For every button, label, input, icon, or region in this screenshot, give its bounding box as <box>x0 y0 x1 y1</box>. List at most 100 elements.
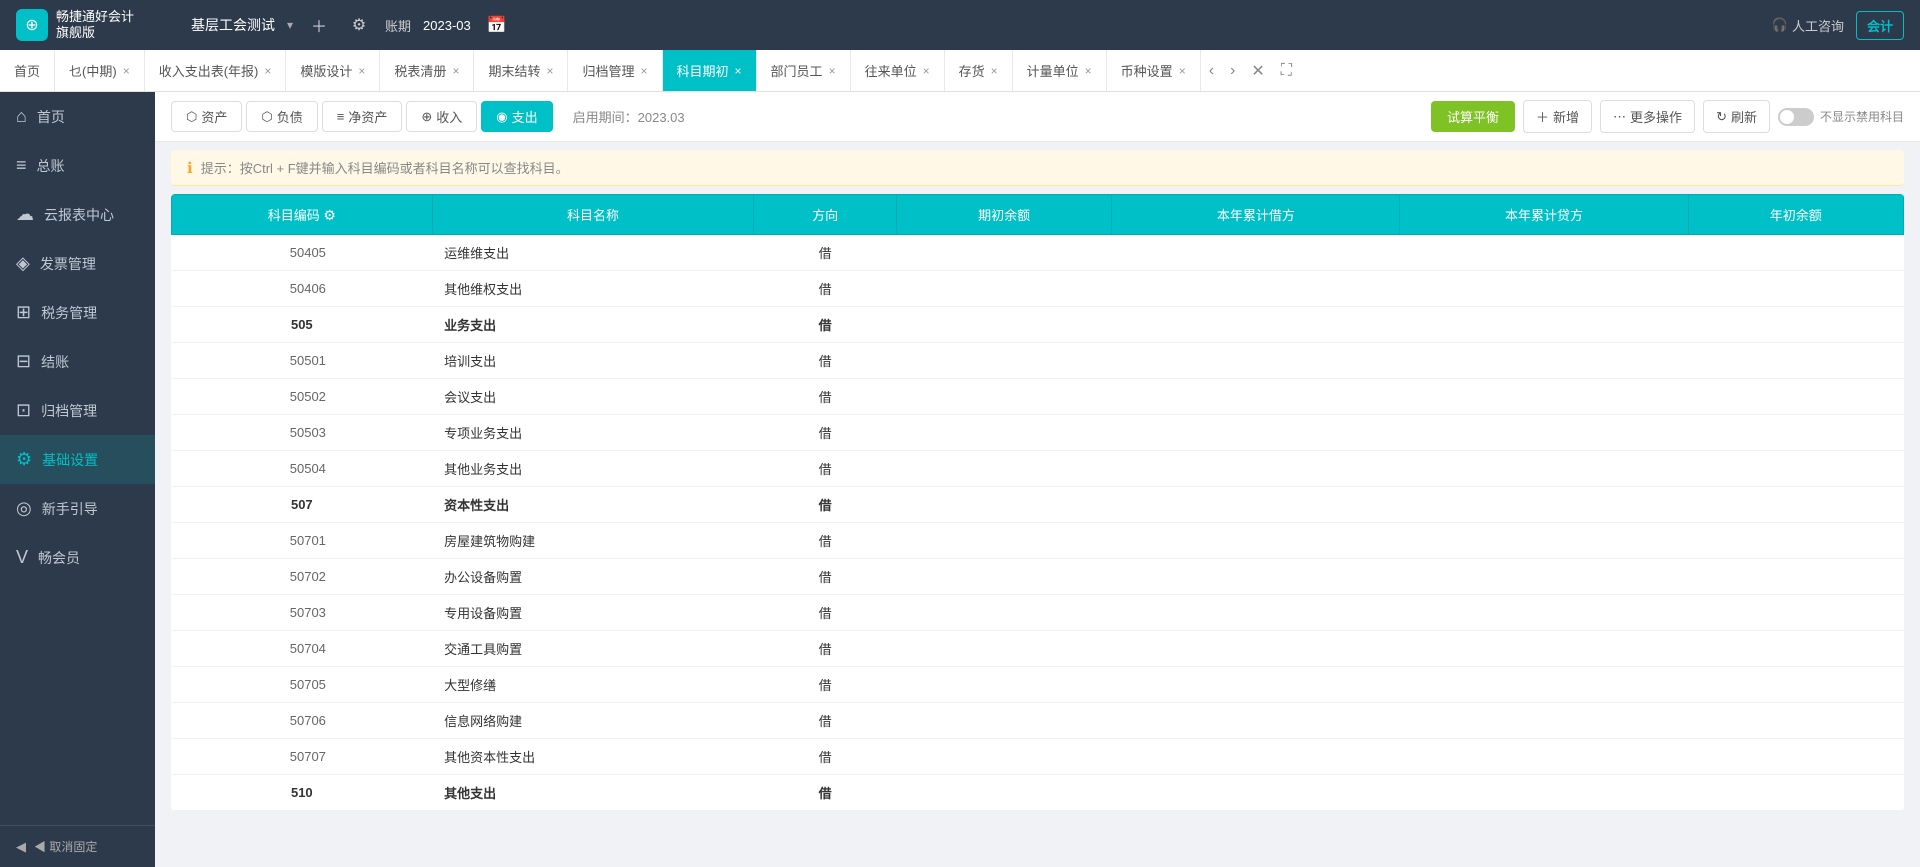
table-row[interactable]: 50503专项业务支出借 <box>172 415 1904 451</box>
tab-mid[interactable]: 乜(中期) × <box>55 50 145 92</box>
tab-dept[interactable]: 部门员工 × <box>757 50 851 92</box>
sidebar-item-member[interactable]: V 畅会员 <box>0 533 155 582</box>
tab-measure-close[interactable]: × <box>1085 64 1092 78</box>
table-row[interactable]: 50702办公设备购置借 <box>172 559 1904 595</box>
tab-archive-close[interactable]: × <box>641 64 648 78</box>
tab-period-end[interactable]: 期末结转 × <box>474 50 568 92</box>
account-type-button[interactable]: 会计 <box>1856 11 1904 40</box>
tab-income-close[interactable]: × <box>264 64 271 78</box>
col-settings-icon[interactable]: ⚙ <box>323 207 336 223</box>
cell-ytd-credit <box>1400 631 1688 667</box>
tab-subject-init-close[interactable]: × <box>735 64 742 78</box>
add-button[interactable]: ＋ 新增 <box>1523 100 1592 133</box>
sidebar-label-ledger: 总账 <box>37 156 65 176</box>
cell-code: 50704 <box>172 631 433 667</box>
tab-currency-label: 币种设置 <box>1121 61 1173 80</box>
table-row[interactable]: 50707其他资本性支出借 <box>172 739 1904 775</box>
table-row[interactable]: 50501培训支出借 <box>172 343 1904 379</box>
tab-contacts-close[interactable]: × <box>923 64 930 78</box>
toggle-disabled-switch[interactable]: 不显示禁用科目 <box>1778 108 1904 126</box>
sidebar-label-close: 结账 <box>41 352 69 372</box>
calendar-icon[interactable]: 📅 <box>483 11 511 39</box>
table-row[interactable]: 50701房屋建筑物购建借 <box>172 523 1904 559</box>
table-row[interactable]: 510其他支出借 <box>172 775 1904 811</box>
table-row[interactable]: 50704交通工具购置借 <box>172 631 1904 667</box>
tab-archive[interactable]: 归档管理 × <box>568 50 662 92</box>
tab-mid-close[interactable]: × <box>123 64 130 78</box>
balance-button[interactable]: 试算平衡 <box>1431 101 1515 132</box>
tab-measure[interactable]: 计量单位 × <box>1013 50 1107 92</box>
sidebar-item-archive[interactable]: ⊡ 归档管理 <box>0 386 155 435</box>
tab-income[interactable]: 收入支出表(年报) × <box>145 50 287 92</box>
tab-dept-close[interactable]: × <box>829 64 836 78</box>
tab-currency-close[interactable]: × <box>1179 64 1186 78</box>
tab-prev-button[interactable]: ‹ <box>1201 50 1222 92</box>
tab-bar: 首页 乜(中期) × 收入支出表(年报) × 模版设计 × 税表清册 × 期末结… <box>0 50 1920 92</box>
tab-expand-button[interactable]: ⛶ <box>1273 50 1300 92</box>
sidebar-item-tax[interactable]: ⊞ 税务管理 <box>0 288 155 337</box>
table-row[interactable]: 50502会议支出借 <box>172 379 1904 415</box>
sidebar-item-home[interactable]: ⌂ 首页 <box>0 92 155 141</box>
tab-next-button[interactable]: › <box>1222 50 1243 92</box>
cell-year-begin <box>1688 559 1903 595</box>
settings-icon[interactable]: ⚙ <box>345 11 373 39</box>
tab-inventory-close[interactable]: × <box>991 64 998 78</box>
table-wrapper[interactable]: 科目编码 ⚙ 科目名称 方向 期初余额 本年累计借方 本年累计贷方 年初余额 5… <box>155 194 1920 867</box>
tab-dept-label: 部门员工 <box>771 61 823 80</box>
sidebar-label-invoice: 发票管理 <box>40 254 96 274</box>
table-row[interactable]: 50703专用设备购置借 <box>172 595 1904 631</box>
tab-close-all-button[interactable]: ✕ <box>1243 50 1272 92</box>
filter-tab-assets[interactable]: ⬡ 资产 <box>171 101 242 132</box>
sidebar-label-home: 首页 <box>37 107 65 127</box>
not-shown-label: 不显示禁用科目 <box>1820 108 1904 125</box>
sidebar-item-ledger[interactable]: ≡ 总账 <box>0 141 155 190</box>
tab-home[interactable]: 首页 <box>0 50 55 92</box>
sidebar-item-cloud-reports[interactable]: ☁ 云报表中心 <box>0 190 155 239</box>
filter-tab-net-assets[interactable]: ≡ 净资产 <box>322 101 403 132</box>
tab-template[interactable]: 模版设计 × <box>286 50 380 92</box>
settings-icon: ⚙ <box>16 449 32 470</box>
tab-template-close[interactable]: × <box>358 64 365 78</box>
app-sub: 旗舰版 <box>56 25 134 41</box>
tab-currency[interactable]: 币种设置 × <box>1107 50 1201 92</box>
table-header-row: 科目编码 ⚙ 科目名称 方向 期初余额 本年累计借方 本年累计贷方 年初余额 <box>172 195 1904 235</box>
table-row[interactable]: 50706信息网络购建借 <box>172 703 1904 739</box>
company-dropdown-icon[interactable]: ▾ <box>287 18 293 32</box>
more-actions-button[interactable]: ⋯ 更多操作 <box>1600 100 1695 133</box>
filter-tab-income[interactable]: ⊕ 收入 <box>406 101 477 132</box>
sidebar-item-beginner[interactable]: ◎ 新手引导 <box>0 484 155 533</box>
company-name[interactable]: 基层工会测试 <box>191 15 275 35</box>
filter-tab-liabilities[interactable]: ⬡ 负债 <box>246 101 317 132</box>
tab-tax[interactable]: 税表清册 × <box>380 50 474 92</box>
cell-period-balance <box>896 271 1111 307</box>
net-assets-icon: ≡ <box>337 109 345 124</box>
tab-tax-close[interactable]: × <box>452 64 459 78</box>
tab-period-end-close[interactable]: × <box>546 64 553 78</box>
cell-name: 房屋建筑物购建 <box>432 523 754 559</box>
support-button[interactable]: 🎧 人工咨询 <box>1772 16 1844 35</box>
headset-icon: 🎧 <box>1772 17 1788 33</box>
table-row[interactable]: 50705大型修缮借 <box>172 667 1904 703</box>
switch-track[interactable] <box>1778 108 1814 126</box>
filter-tab-expense[interactable]: ◉ 支出 <box>481 101 552 132</box>
sidebar-item-close[interactable]: ⊟ 结账 <box>0 337 155 386</box>
table-row[interactable]: 50504其他业务支出借 <box>172 451 1904 487</box>
period-label: 账期 <box>385 16 411 35</box>
sidebar-item-basic-settings[interactable]: ⚙ 基础设置 <box>0 435 155 484</box>
filter-tab-net-assets-label: 净资产 <box>348 107 387 126</box>
period-value[interactable]: 2023-03 <box>423 18 471 33</box>
table-row[interactable]: 50405运维维支出借 <box>172 235 1904 271</box>
tab-inventory[interactable]: 存货 × <box>945 50 1013 92</box>
refresh-button[interactable]: ↻ 刷新 <box>1703 100 1770 133</box>
cell-period-balance <box>896 307 1111 343</box>
add-tab-button[interactable]: ＋ <box>305 11 333 39</box>
table-row[interactable]: 50406其他维权支出借 <box>172 271 1904 307</box>
cell-ytd-credit <box>1400 379 1688 415</box>
filter-actions: 试算平衡 ＋ 新增 ⋯ 更多操作 ↻ 刷新 不显示禁用科目 <box>1431 100 1904 133</box>
table-row[interactable]: 505业务支出借 <box>172 307 1904 343</box>
sidebar-item-invoice[interactable]: ◈ 发票管理 <box>0 239 155 288</box>
table-row[interactable]: 507资本性支出借 <box>172 487 1904 523</box>
sidebar-collapse-button[interactable]: ◀ ◀ 取消固定 <box>0 825 155 867</box>
tab-subject-init[interactable]: 科目期初 × <box>663 50 757 92</box>
tab-contacts[interactable]: 往来单位 × <box>851 50 945 92</box>
